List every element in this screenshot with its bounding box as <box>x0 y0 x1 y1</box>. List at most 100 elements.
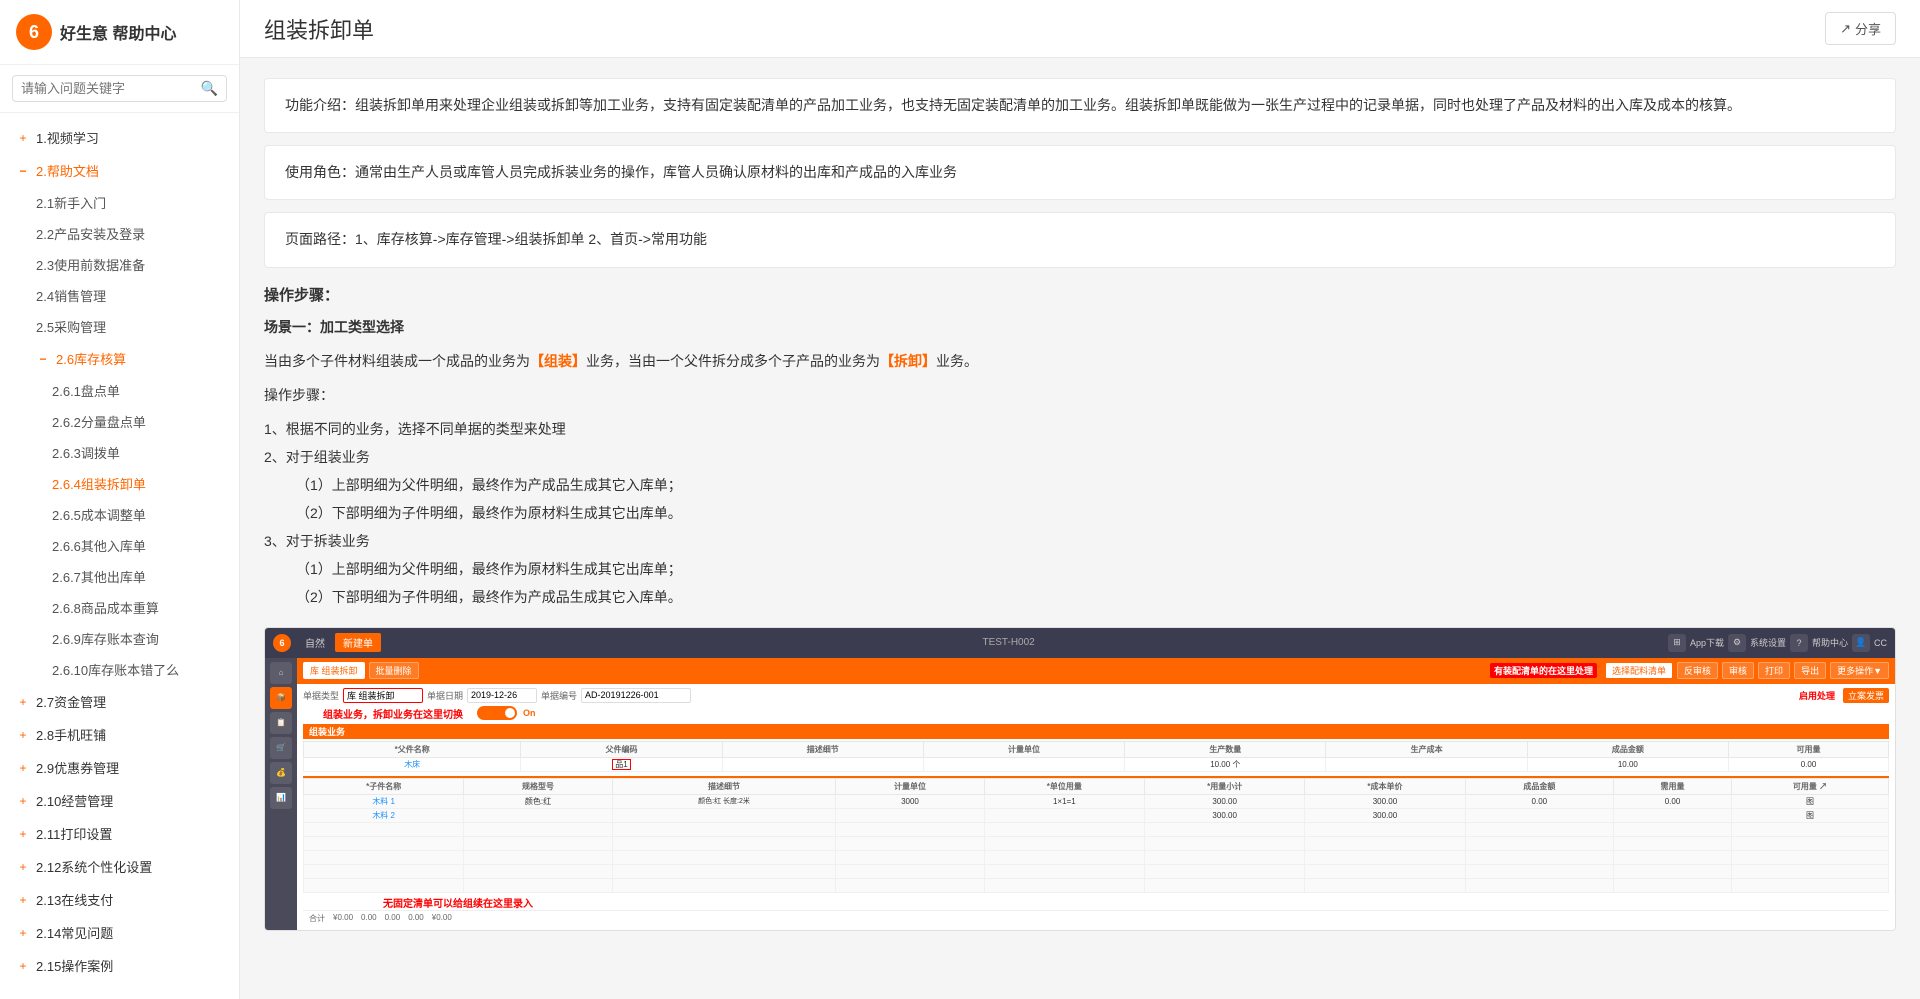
step2-sub1: （1）上部明细为父件明细，最终作为产成品生成其它入库单； <box>296 471 1896 499</box>
main-content: 组装拆卸单 ↗ 分享 功能介绍：组装拆卸单用来处理企业组装或拆卸等加工业务，支持… <box>240 0 1920 999</box>
ss-lr1-spec: 颜色:红 <box>464 794 612 808</box>
ss-toggle[interactable] <box>477 706 517 720</box>
ss-th-cost: 生产成本 <box>1326 741 1527 757</box>
ss-upper-section-header: 组装业务 <box>303 724 1889 739</box>
ss-toggle-label: On <box>523 708 536 718</box>
nav-item-custom[interactable]: + 2.12系统个性化设置 <box>0 850 239 883</box>
role-text: 使用角色：通常由生产人员或库管人员完成拆装业务的操作，库管人员确认原材料的出库和… <box>285 164 957 180</box>
nav-item-helpdoc[interactable]: − 2.帮助文档 <box>0 154 239 187</box>
ss-lr2-name: 木料 2 <box>304 808 464 822</box>
nav-label-ops: 2.10经营管理 <box>36 791 113 810</box>
nav-item-voucher[interactable]: + 2.9优惠券管理 <box>0 751 239 784</box>
sidebar-item-costadj[interactable]: 2.6.5成本调整单 <box>0 499 239 530</box>
ss-th-qty: 生产数量 <box>1125 741 1326 757</box>
sidebar-item-otherout[interactable]: 2.6.7其他出库单 <box>0 561 239 592</box>
sidebar-item-costcalc[interactable]: 2.6.8商品成本重算 <box>0 592 239 623</box>
sidebar-item-purchase[interactable]: 2.5采购管理 <box>0 311 239 342</box>
step1: 1、根据不同的业务，选择不同单据的类型来处理 <box>264 415 1896 443</box>
nav-item-video[interactable]: + 1.视频学习 <box>0 121 239 154</box>
ss-tab-new: 新建单 <box>335 633 381 652</box>
ss-lower-row6 <box>304 864 1889 878</box>
nav-item-ops[interactable]: + 2.10经营管理 <box>0 784 239 817</box>
ss-content: ⌂ 📦 📋 🛒 💰 📊 库 组装拆卸 批量删除 <box>265 658 1895 930</box>
ss-btn-delete[interactable]: 批量删除 <box>369 662 419 679</box>
ss-form-row1: 单据类型 单据日期 单据编号 启用处理 立案发票 <box>303 688 1889 703</box>
path-text: 页面路径：1、库存核算->库存管理->组装拆卸单 2、首页->常用功能 <box>285 231 707 247</box>
nav-item-case[interactable]: + 2.15操作案例 <box>0 949 239 982</box>
ss-upper-table: *父件名称 父件编码 描述细节 计量单位 生产数量 生产成本 成品金额 可用量 <box>303 741 1889 772</box>
ss-th-desc: 描述细节 <box>722 741 923 757</box>
search-input[interactable] <box>21 81 201 96</box>
sidebar-item-stockcheck[interactable]: 2.6.9库存账本查询 <box>0 623 239 654</box>
ss-icon-home-nav: ⌂ <box>270 662 292 684</box>
nav-item-pay[interactable]: + 2.13在线支付 <box>0 883 239 916</box>
ss-btn-print[interactable]: 打印 <box>1758 662 1790 679</box>
sidebar-item-sales[interactable]: 2.4销售管理 <box>0 280 239 311</box>
nav-label-pay: 2.13在线支付 <box>36 890 113 909</box>
ss-code-input[interactable] <box>581 688 691 703</box>
ss-btn-type[interactable]: 库 组装拆卸 <box>303 662 365 679</box>
ss-annotation-area2: 无固定清单可以给组续在这里录入 <box>303 895 1889 910</box>
ss-icon-inventory-nav: 📦 <box>270 687 292 709</box>
nav-item-fund[interactable]: + 2.7资金管理 <box>0 685 239 718</box>
ss-footer-total: 合计 <box>309 913 325 924</box>
expand-icon-case: + <box>16 959 30 973</box>
ss-btn-bom[interactable]: 选择配料清单 <box>1605 662 1673 679</box>
ss-btn-audit[interactable]: 反审核 <box>1677 662 1718 679</box>
ss-footer-v3: 0.00 <box>385 913 401 924</box>
step2: 2、对于组装业务 <box>264 443 1896 471</box>
ss-footer-v5: ¥0.00 <box>432 913 452 924</box>
ss-th-amount: 成品金额 <box>1527 741 1728 757</box>
ss-lr1-usage: 1×1=1 <box>984 794 1144 808</box>
sidebar-item-stocktake[interactable]: 2.6.1盘点单 <box>0 375 239 406</box>
ss-nav-tabs: 自然 新建单 <box>297 633 970 652</box>
nav-item-mobile[interactable]: + 2.8手机旺铺 <box>0 718 239 751</box>
sidebar-item-assembly[interactable]: 2.6.4组装拆卸单 <box>0 468 239 499</box>
ss-lth-unit: 计量单位 <box>836 778 984 794</box>
ss-lower-row4 <box>304 836 1889 850</box>
nav-item-print[interactable]: + 2.11打印设置 <box>0 817 239 850</box>
expand-icon-print: + <box>16 827 30 841</box>
nav-item-inventory[interactable]: − 2.6库存核算 <box>0 342 239 375</box>
ss-upper-row1: 木床 品1 10.00 个 10.00 0.00 <box>304 757 1889 771</box>
ss-lr2-subtotal: 300.00 <box>1145 808 1305 822</box>
ss-btn-export[interactable]: 导出 <box>1794 662 1826 679</box>
ss-upper-cell-name: 木床 <box>304 757 521 771</box>
ss-type-input[interactable] <box>343 688 423 703</box>
ss-lower-row1: 木料 1 颜色:红 颜色:红 长度:2米 3000 1×1=1 300.00 3… <box>304 794 1889 808</box>
top-bar: 组装拆卸单 ↗ 分享 <box>240 0 1920 58</box>
sidebar-item-dataprep[interactable]: 2.3使用前数据准备 <box>0 249 239 280</box>
ss-footer-v4: 0.00 <box>408 913 424 924</box>
steps-title: 操作步骤： <box>264 284 1896 305</box>
ss-lth-usage: *单位用量 <box>984 778 1144 794</box>
search-box[interactable]: 🔍 <box>12 75 227 102</box>
ss-upper-cell-code: 品1 <box>521 757 722 771</box>
ss-toggle-knob <box>505 708 515 718</box>
ss-th-unit: 计量单位 <box>923 741 1124 757</box>
screenshot-image: 6 自然 新建单 TEST-H002 ⊞ App下载 ⚙ 系统设置 ? 帮助中心… <box>265 628 1895 930</box>
ss-lower-row7 <box>304 878 1889 892</box>
ss-lr1-desc: 颜色:红 长度:2米 <box>612 794 836 808</box>
sidebar-item-newbie[interactable]: 2.1新手入门 <box>0 187 239 218</box>
sidebar-item-transfer[interactable]: 2.6.3调拨单 <box>0 437 239 468</box>
ss-date-input[interactable] <box>467 688 537 703</box>
sidebar-item-accounterr[interactable]: 2.6.10库存账本错了么 <box>0 654 239 685</box>
sidebar-item-partstocktake[interactable]: 2.6.2分量盘点单 <box>0 406 239 437</box>
expand-icon-ops: + <box>16 794 30 808</box>
ss-lr1-amount: 0.00 <box>1465 794 1613 808</box>
logo-icon: 6 <box>16 14 52 50</box>
ss-lower-row3 <box>304 822 1889 836</box>
expand-icon-pay: + <box>16 893 30 907</box>
share-button[interactable]: ↗ 分享 <box>1825 12 1896 45</box>
ss-lr1-subtotal: 300.00 <box>1145 794 1305 808</box>
sidebar-item-otherin[interactable]: 2.6.6其他入库单 <box>0 530 239 561</box>
sidebar-item-install[interactable]: 2.2产品安装及登录 <box>0 218 239 249</box>
ss-btn-confirm[interactable]: 审核 <box>1722 662 1754 679</box>
ss-code-label: 单据编号 <box>541 689 577 702</box>
ss-btn-more[interactable]: 更多操作▼ <box>1830 662 1889 679</box>
ss-enable-btn[interactable]: 立案发票 <box>1843 688 1889 703</box>
nav-item-faq[interactable]: + 2.14常见问题 <box>0 916 239 949</box>
nav-label-inventory: 2.6库存核算 <box>56 349 126 368</box>
role-block: 使用角色：通常由生产人员或库管人员完成拆装业务的操作，库管人员确认原材料的出库和… <box>264 145 1896 200</box>
ss-annotation-row: 组装业务，拆卸业务在这里切换 On <box>303 706 1889 721</box>
